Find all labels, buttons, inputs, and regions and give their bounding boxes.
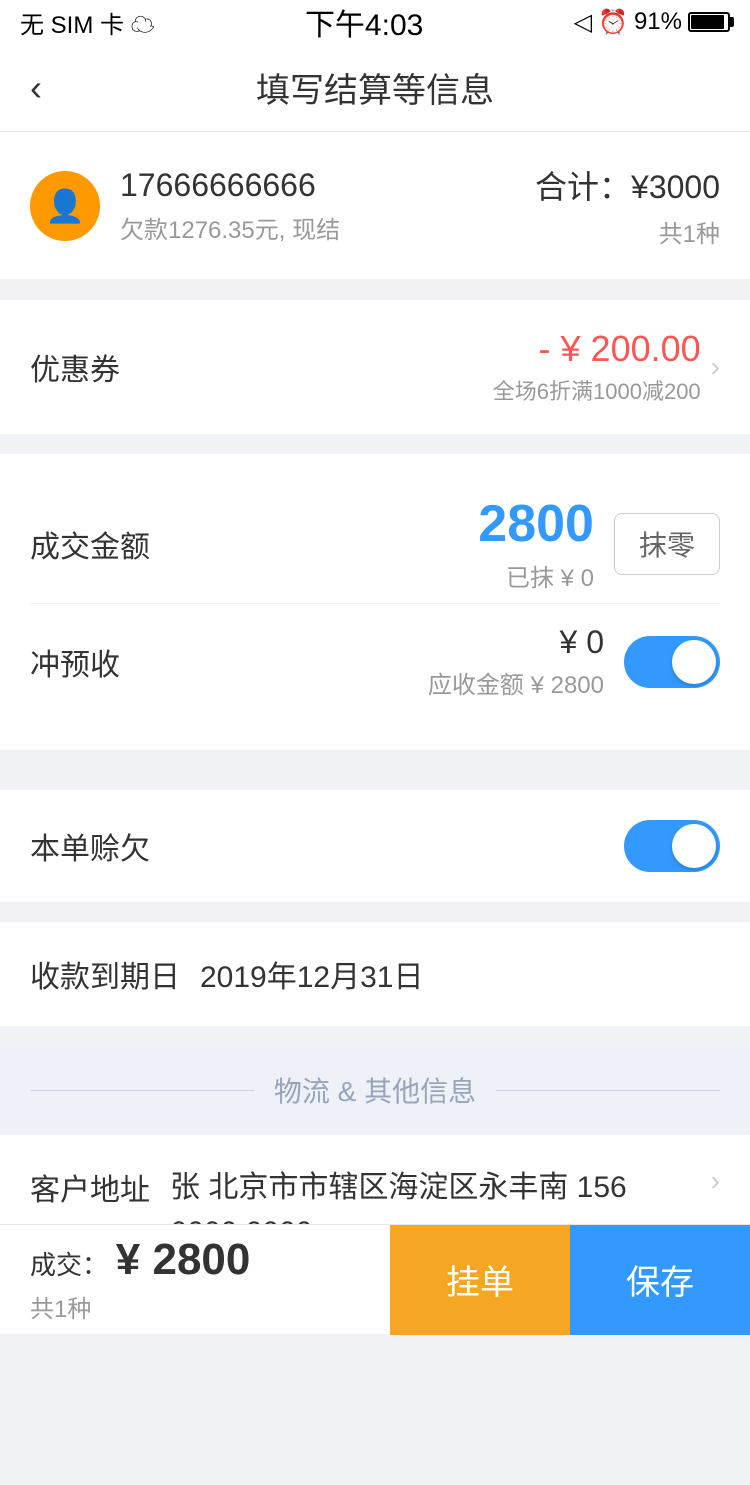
coupon-row[interactable]: 优惠券 - ¥ 200.00 全场6折满1000减200 ›: [0, 299, 750, 434]
clock-icon: ⏰: [598, 8, 628, 37]
logistics-label: 物流 & 其他信息: [254, 1070, 496, 1110]
bottom-trans-row: 成交： ¥ 2800: [30, 1235, 360, 1285]
bottom-bar: 成交： ¥ 2800 共1种 挂单 保存: [0, 1224, 750, 1334]
transaction-value: 2800: [478, 494, 594, 554]
prepaid-row: 冲预收 ¥ 0 应收金额 ¥ 2800: [30, 603, 720, 720]
avatar-icon: 👤: [45, 187, 85, 225]
prepaid-sub: 应收金额 ¥ 2800: [428, 665, 604, 700]
user-details: 17666666666 欠款1276.35元, 现结: [120, 167, 340, 245]
user-info-card: 👤 17666666666 欠款1276.35元, 现结 合计：¥3000 共1…: [0, 132, 750, 279]
separator-1: [0, 434, 750, 454]
debt-off-toggle[interactable]: [624, 820, 720, 872]
transaction-label: 成交金额: [30, 522, 150, 566]
bottom-trans-value: ¥ 2800: [116, 1235, 251, 1284]
bottom-trans-label: 成交：: [30, 1250, 108, 1280]
coupon-amount: - ¥ 200.00: [493, 328, 701, 370]
coupon-chevron-icon: ›: [711, 351, 720, 383]
logistics-line-left: [30, 1090, 254, 1091]
total-count: 共1种: [535, 214, 720, 249]
page-title: 填写结算等信息: [90, 63, 660, 112]
prepaid-right: ¥ 0 应收金额 ¥ 2800: [428, 624, 604, 700]
due-date-card: 收款到期日 2019年12月31日: [0, 922, 750, 1026]
user-left: 👤 17666666666 欠款1276.35元, 现结: [30, 167, 340, 245]
nav-bar: ‹ 填写结算等信息: [0, 44, 750, 132]
status-bar: 无 SIM 卡 ☁ 下午4:03 ◁ ⏰ 91%: [0, 0, 750, 44]
logistics-header: 物流 & 其他信息: [0, 1046, 750, 1134]
coupon-info: - ¥ 200.00 全场6折满1000减200: [493, 328, 701, 406]
due-date-value: 2019年12月31日: [200, 952, 423, 996]
coupon-desc: 全场6折满1000减200: [493, 374, 701, 406]
user-debt: 欠款1276.35元, 现结: [120, 210, 340, 245]
avatar: 👤: [30, 171, 100, 241]
status-left: 无 SIM 卡 ☁: [20, 5, 155, 40]
transaction-right: 2800 已抹 ¥ 0 抹零: [478, 494, 720, 593]
status-time: 下午4:03: [305, 0, 423, 44]
user-info-row: 👤 17666666666 欠款1276.35元, 现结 合计：¥3000 共1…: [30, 162, 720, 249]
user-right: 合计：¥3000 共1种: [535, 162, 720, 249]
bottom-summary: 成交： ¥ 2800 共1种: [0, 1235, 390, 1324]
location-icon: ◁: [574, 8, 592, 37]
logistics-line-right: [496, 1090, 720, 1091]
hang-button[interactable]: 挂单: [390, 1225, 570, 1335]
address-label: 客户地址: [30, 1165, 150, 1209]
sim-text: 无 SIM 卡 ☁: [20, 5, 155, 40]
save-button[interactable]: 保存: [570, 1225, 750, 1335]
prepaid-label: 冲预收: [30, 640, 120, 684]
transaction-sub: 已抹 ¥ 0: [478, 558, 594, 593]
transaction-value-wrapper: 2800 已抹 ¥ 0: [478, 494, 594, 593]
coupon-right: - ¥ 200.00 全场6折满1000减200 ›: [493, 328, 720, 406]
transaction-card: 成交金额 2800 已抹 ¥ 0 抹零 冲预收 ¥ 0 应收金额 ¥ 2800: [0, 454, 750, 750]
coupon-label: 优惠券: [30, 345, 120, 389]
separator-2: [0, 750, 750, 770]
back-button[interactable]: ‹: [30, 67, 90, 109]
due-date-label: 收款到期日: [30, 952, 180, 996]
debt-toggle-knob: [672, 824, 716, 868]
debt-off-card: 本单赊欠: [0, 790, 750, 902]
toggle-knob: [672, 640, 716, 684]
address-chevron-icon: ›: [711, 1165, 720, 1197]
battery-icon: [688, 12, 730, 32]
total-amount: 合计：¥3000: [535, 162, 720, 208]
debt-off-label: 本单赊欠: [30, 824, 150, 868]
prepaid-toggle[interactable]: [624, 636, 720, 688]
transaction-row: 成交金额 2800 已抹 ¥ 0 抹零: [30, 484, 720, 603]
user-phone: 17666666666: [120, 167, 340, 204]
battery-text: 91%: [634, 8, 682, 36]
bottom-count: 共1种: [30, 1289, 360, 1324]
status-right: ◁ ⏰ 91%: [574, 8, 730, 37]
prepaid-amount: ¥ 0: [428, 624, 604, 661]
round-button[interactable]: 抹零: [614, 513, 720, 575]
